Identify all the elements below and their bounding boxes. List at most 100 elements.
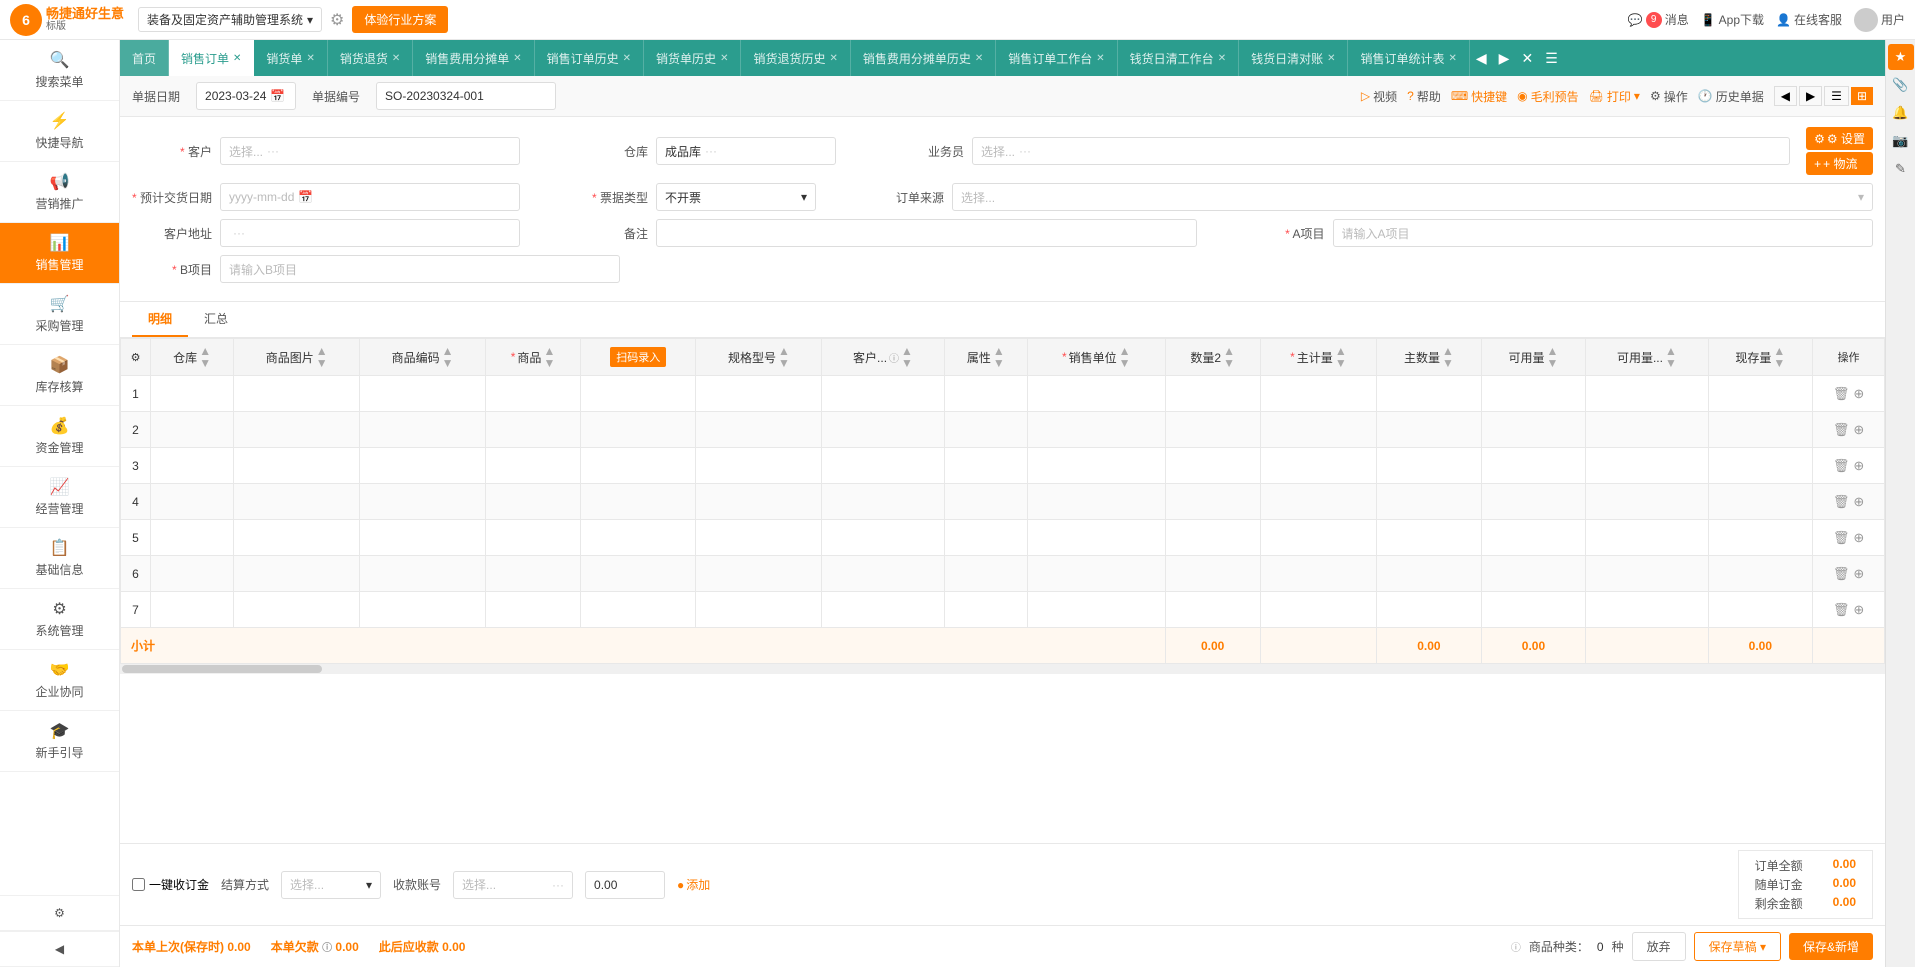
tab-close-order-history[interactable]: ✕	[623, 53, 631, 64]
sidebar-item-finance[interactable]: 💰 资金管理	[0, 406, 119, 467]
invoice-type-select[interactable]: 不开票 ▾	[656, 183, 816, 211]
row-code-1[interactable]	[360, 376, 486, 412]
tab-close-expense-history[interactable]: ✕	[975, 53, 983, 64]
copy-icon-4[interactable]: ⊕	[1853, 494, 1864, 510]
tab-prev-btn[interactable]: ◀	[1470, 50, 1493, 67]
tab-sales-return[interactable]: 销货退货 ✕	[328, 40, 413, 76]
tab-sales-return-history[interactable]: 销货退货历史 ✕	[741, 40, 850, 76]
settings-icon[interactable]: ⚙	[330, 10, 344, 30]
history-action[interactable]: 🕐 历史单据	[1698, 88, 1764, 105]
message-item[interactable]: 💬 9 消息	[1628, 11, 1689, 28]
right-panel-attach[interactable]: 📎	[1888, 72, 1914, 98]
copy-icon-2[interactable]: ⊕	[1853, 422, 1864, 438]
row-attr-1[interactable]	[944, 376, 1027, 412]
add-logistics-btn[interactable]: + + 物流	[1806, 152, 1873, 175]
sidebar-item-collab[interactable]: 🤝 企业协同	[0, 650, 119, 711]
sidebar-item-sales[interactable]: 📊 销售管理	[0, 223, 119, 284]
sidebar-settings[interactable]: ⚙	[0, 895, 119, 931]
delivery-date-input[interactable]: yyyy-mm-dd 📅	[220, 183, 520, 211]
tab-sales-order-history[interactable]: 销售订单历史 ✕	[535, 40, 644, 76]
tab-sales-invoice-history[interactable]: 销货单历史 ✕	[644, 40, 741, 76]
delete-icon-4[interactable]: 🗑	[1833, 494, 1850, 510]
sidebar-collapse[interactable]: ◀	[0, 931, 119, 967]
tab-detail[interactable]: 明细	[132, 302, 188, 337]
header-nav-next[interactable]: ▶	[1799, 86, 1822, 106]
warehouse-input[interactable]: 成品库 ···	[656, 137, 836, 165]
delete-icon-2[interactable]: 🗑	[1833, 422, 1850, 438]
payment-amount-input[interactable]: 0.00	[585, 871, 665, 899]
row-warehouse-1[interactable]	[151, 376, 234, 412]
scroll-thumb[interactable]	[122, 665, 322, 673]
row-unit-1[interactable]	[1027, 376, 1165, 412]
save-new-button[interactable]: 保存&新增	[1789, 933, 1873, 960]
draft-chevron[interactable]: ▾	[1760, 940, 1766, 954]
header-layout-grid[interactable]: ⊞	[1851, 87, 1873, 105]
order-source-select[interactable]: 选择... ▾	[952, 183, 1873, 211]
row-product-1[interactable]	[485, 376, 580, 412]
help-action[interactable]: ? 帮助	[1407, 88, 1441, 105]
print-chevron[interactable]: ▾	[1634, 89, 1640, 103]
row-main-unit-1[interactable]	[1260, 376, 1376, 412]
discard-button[interactable]: 放弃	[1632, 932, 1686, 961]
delete-icon-7[interactable]: 🗑	[1833, 602, 1850, 618]
tab-daily-workbench[interactable]: 钱货日清工作台 ✕	[1118, 40, 1239, 76]
row-main-qty-1[interactable]	[1377, 376, 1482, 412]
order-no-input[interactable]: SO-20230324-001	[376, 82, 556, 110]
date-input[interactable]: 2023-03-24 📅	[196, 82, 296, 110]
online-service-item[interactable]: 👤 在线客服	[1776, 11, 1842, 28]
header-nav-prev[interactable]: ◀	[1774, 86, 1797, 106]
row-spec-1[interactable]	[696, 376, 822, 412]
right-panel-bell[interactable]: 🔔	[1888, 100, 1914, 126]
a-project-input[interactable]: 请输入A项目	[1333, 219, 1874, 247]
tab-close-sales-invoice[interactable]: ✕	[306, 53, 314, 64]
tab-menu-btn[interactable]: ☰	[1539, 50, 1564, 67]
header-layout-list[interactable]: ☰	[1824, 86, 1849, 106]
copy-icon-5[interactable]: ⊕	[1853, 530, 1864, 546]
sidebar-item-quicknav[interactable]: ⚡ 快捷导航	[0, 101, 119, 162]
tab-sales-order[interactable]: 销售订单 ✕	[169, 40, 254, 76]
tab-close-all-btn[interactable]: ✕	[1515, 50, 1539, 67]
tab-expense-history[interactable]: 销售费用分摊单历史 ✕	[851, 40, 996, 76]
system-title[interactable]: 装备及固定资产辅助管理系统 ▾	[138, 7, 322, 32]
horizontal-scrollbar[interactable]	[120, 664, 1885, 674]
tab-close-sales-expense[interactable]: ✕	[513, 53, 521, 64]
delete-icon-5[interactable]: 🗑	[1833, 530, 1850, 546]
profit-action[interactable]: ◉ 毛利预告	[1517, 88, 1579, 105]
sidebar-item-basic[interactable]: 📋 基础信息	[0, 528, 119, 589]
settings-btn[interactable]: ⚙ ⚙ 设置	[1806, 127, 1873, 150]
right-panel-edit[interactable]: ✎	[1888, 156, 1914, 182]
industry-button[interactable]: 体验行业方案	[352, 6, 448, 33]
right-panel-camera[interactable]: 📷	[1888, 128, 1914, 154]
payment-method-select[interactable]: 选择... ▾	[281, 871, 381, 899]
sidebar-item-operations[interactable]: 📈 经营管理	[0, 467, 119, 528]
user-item[interactable]: 用户	[1854, 8, 1905, 32]
right-panel-star[interactable]: ★	[1888, 44, 1914, 70]
sidebar-item-inventory[interactable]: 📦 库存核算	[0, 345, 119, 406]
b-project-input[interactable]: 请输入B项目	[220, 255, 620, 283]
operation-action[interactable]: ⚙ 操作	[1650, 88, 1688, 105]
tab-close-return-history[interactable]: ✕	[829, 53, 837, 64]
tab-close-invoice-history[interactable]: ✕	[720, 53, 728, 64]
shortcut-action[interactable]: ⌨ 快捷键	[1451, 88, 1507, 105]
copy-icon-1[interactable]: ⊕	[1853, 386, 1864, 402]
tab-sales-invoice[interactable]: 销货单 ✕	[254, 40, 327, 76]
sidebar-item-guide[interactable]: 🎓 新手引导	[0, 711, 119, 772]
col-settings[interactable]: ⚙	[121, 339, 151, 376]
tab-sales-expense[interactable]: 销售费用分摊单 ✕	[413, 40, 534, 76]
tab-close-sales-order[interactable]: ✕	[233, 53, 241, 64]
remarks-input[interactable]	[656, 219, 1197, 247]
sidebar-item-system[interactable]: ⚙ 系统管理	[0, 589, 119, 650]
row-customer-code-1[interactable]	[822, 376, 944, 412]
row-qty2-1[interactable]	[1165, 376, 1260, 412]
tab-next-btn[interactable]: ▶	[1493, 50, 1516, 67]
tab-close-order-workbench[interactable]: ✕	[1096, 53, 1104, 64]
sidebar-item-marketing[interactable]: 📢 营销推广	[0, 162, 119, 223]
tab-statistics[interactable]: 销售订单统计表 ✕	[1348, 40, 1469, 76]
tab-close-daily-workbench[interactable]: ✕	[1218, 53, 1226, 64]
one-click-checkbox[interactable]	[132, 878, 145, 891]
print-action[interactable]: 🖨 打印 ▾	[1589, 88, 1640, 105]
tab-home[interactable]: 首页	[120, 40, 169, 76]
add-payment-btn[interactable]: ● 添加	[677, 876, 710, 893]
view-action[interactable]: ▷ 视频	[1361, 88, 1397, 105]
app-download-item[interactable]: 📱 App下载	[1701, 11, 1764, 28]
